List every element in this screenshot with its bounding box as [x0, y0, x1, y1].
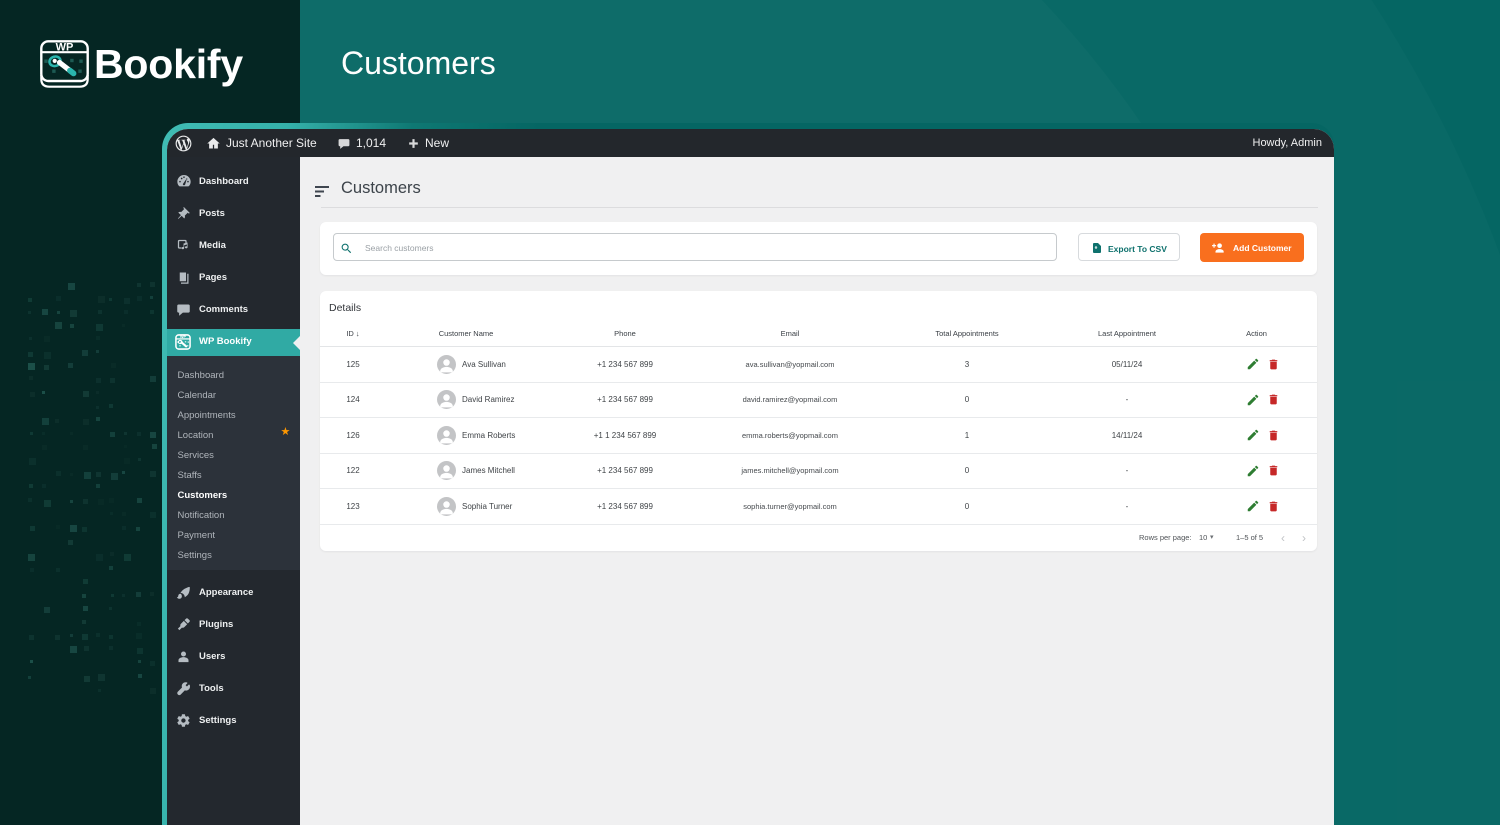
svg-text:WP: WP: [56, 41, 74, 53]
svg-text:WP: WP: [180, 335, 186, 339]
